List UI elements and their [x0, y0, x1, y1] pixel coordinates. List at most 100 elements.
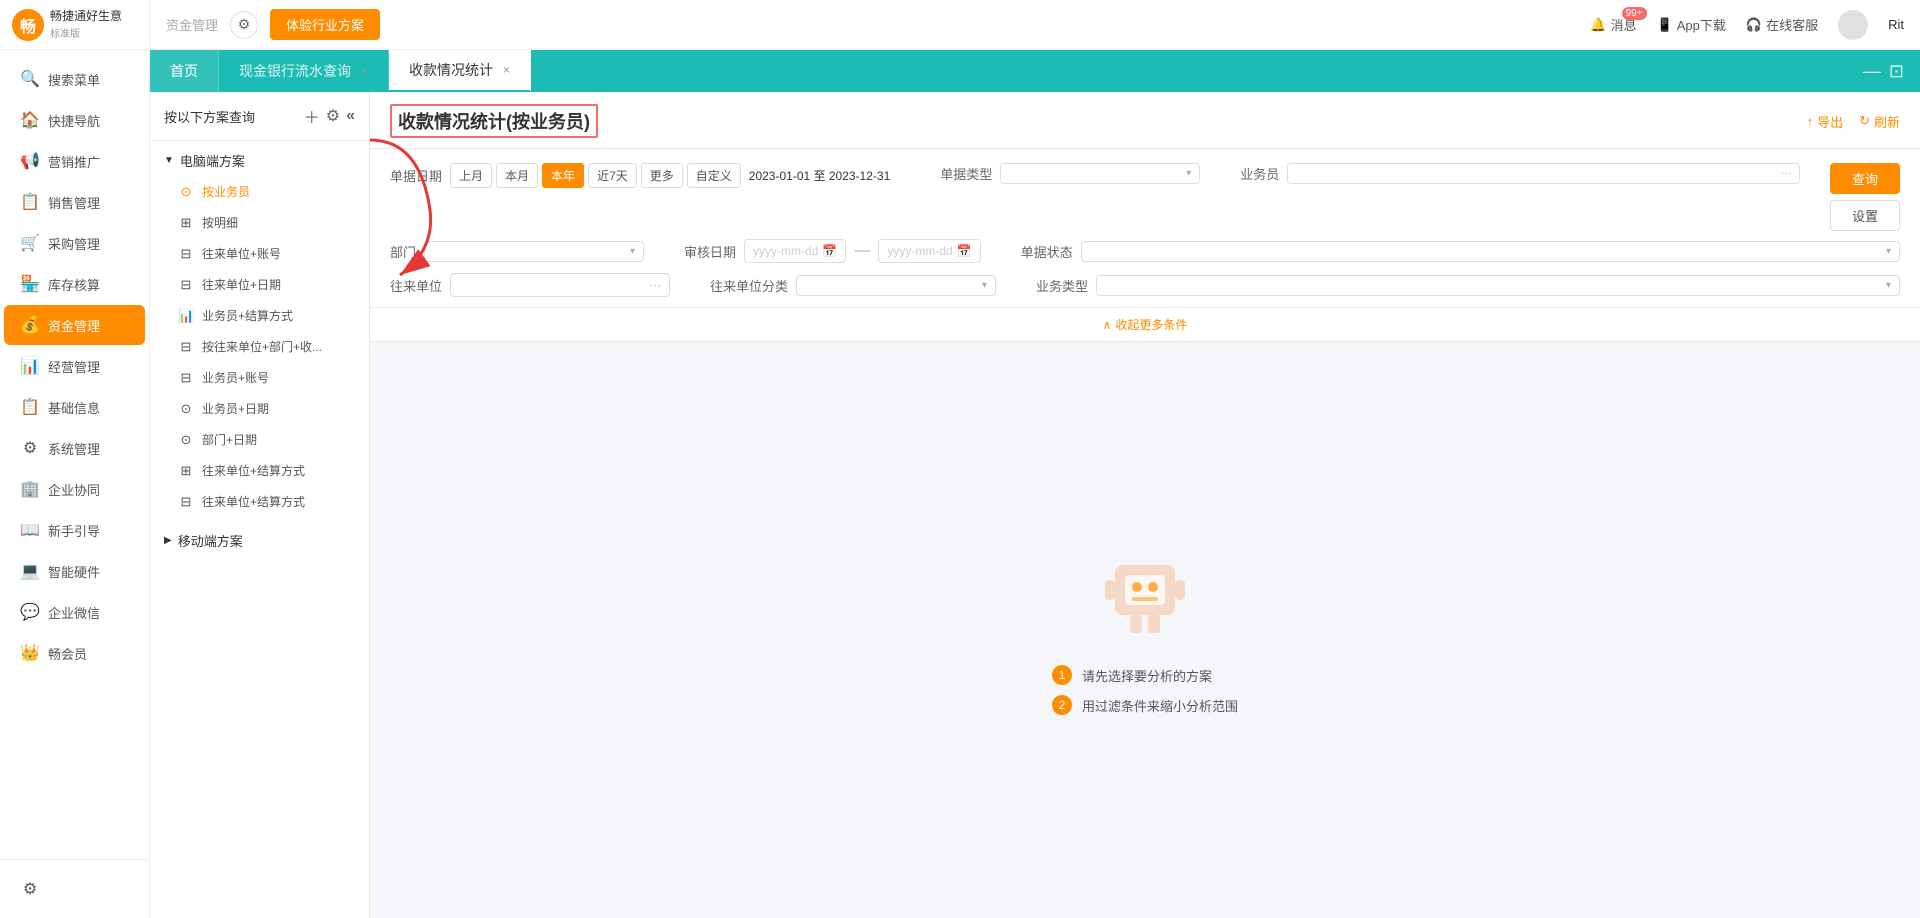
sidebar-item-label: 经营管理 [48, 357, 100, 376]
date-btn-this-year[interactable]: 本年 [542, 163, 584, 188]
settings-btn[interactable]: 设置 [1830, 200, 1900, 231]
scheme-item-partner-dept[interactable]: ⊟ 按往来单位+部门+收... [150, 331, 369, 362]
sidebar-item-search-menu[interactable]: 🔍 搜索菜单 [4, 59, 145, 99]
sidebar-settings[interactable]: ⚙ [4, 869, 145, 909]
sidebar-item-member[interactable]: 👑 畅会员 [4, 633, 145, 673]
biz-type-select[interactable]: ▾ [1096, 275, 1900, 296]
app-download-label: App下载 [1677, 15, 1726, 34]
partner-settlement1-icon: ⊞ [178, 463, 194, 479]
minimize-icon[interactable]: — [1863, 61, 1881, 82]
settings-icon: ⚙ [20, 879, 40, 899]
date-btn-last-month[interactable]: 上月 [450, 163, 492, 188]
sidebar-item-newbie[interactable]: 📖 新手引导 [4, 510, 145, 550]
sidebar-item-wechat[interactable]: 💬 企业微信 [4, 592, 145, 632]
collapse-panel-btn[interactable]: « [346, 107, 355, 125]
date-btn-last-7[interactable]: 近7天 [588, 163, 637, 188]
date-range-display: 2023-01-01 至 2023-12-31 [749, 167, 890, 184]
doc-type-select[interactable]: ▾ [1000, 163, 1200, 184]
quick-nav-icon: 🏠 [20, 110, 40, 130]
scheme-item-by-detail[interactable]: ⊞ 按明细 [150, 207, 369, 238]
left-panel: 按以下方案查询 ＋ ⚙ « ▼ 电脑端方案 ⊙ 按业务员 ⊞ [150, 92, 370, 918]
online-service-btn[interactable]: 🎧 在线客服 [1746, 15, 1818, 34]
dept-select[interactable]: ▾ [424, 241, 644, 262]
tab-home[interactable]: 首页 [150, 50, 219, 92]
sidebar-item-basic-info[interactable]: 📋 基础信息 [4, 387, 145, 427]
gear-icon: ⚙ [238, 16, 251, 33]
header-right: 🔔 消息 99+ 📱 App下载 🎧 在线客服 Rit [1590, 10, 1904, 40]
scheme-item-salesperson-settlement[interactable]: 📊 业务员+结算方式 [150, 300, 369, 331]
salesperson-date-icon: ⊙ [178, 401, 194, 417]
date-btn-custom[interactable]: 自定义 [687, 163, 741, 188]
mobile-group-title[interactable]: ▶ 移动端方案 [150, 525, 369, 556]
sidebar-item-smart-hardware[interactable]: 💻 智能硬件 [4, 551, 145, 591]
desktop-arrow-icon: ▼ [164, 155, 174, 166]
sidebar-item-quick-nav[interactable]: 🏠 快捷导航 [4, 100, 145, 140]
sidebar-item-business[interactable]: 📊 经营管理 [4, 346, 145, 386]
sidebar-item-sales[interactable]: 📋 销售管理 [4, 182, 145, 222]
date-btn-more[interactable]: 更多 [641, 163, 683, 188]
scheme-settings-btn[interactable]: ⚙ [326, 106, 340, 126]
right-content: 收款情况统计(按业务员) ↑ 导出 ↻ 刷新 [370, 92, 1920, 918]
sidebar-item-finance[interactable]: 💰 资金管理 [4, 305, 145, 345]
scheme-item-partner-settlement1[interactable]: ⊞ 往来单位+结算方式 [150, 455, 369, 486]
scheme-item-dept-date[interactable]: ⊙ 部门+日期 [150, 424, 369, 455]
sidebar-item-warehouse[interactable]: 🏪 库存核算 [4, 264, 145, 304]
wechat-icon: 💬 [20, 602, 40, 622]
tab-collection-stats-close[interactable]: × [503, 63, 510, 77]
maximize-icon[interactable]: ⊡ [1889, 61, 1904, 82]
left-panel-title: 按以下方案查询 [164, 107, 255, 126]
user-avatar[interactable] [1838, 10, 1868, 40]
step-1-num: 1 [1052, 665, 1072, 685]
page-title-row: 收款情况统计(按业务员) ↑ 导出 ↻ 刷新 [390, 104, 1900, 138]
partner-category-select[interactable]: ▾ [796, 275, 996, 296]
notification-btn[interactable]: 🔔 消息 99+ [1590, 15, 1636, 34]
query-btn[interactable]: 查询 [1830, 163, 1900, 194]
sidebar-item-label: 智能硬件 [48, 562, 100, 581]
audit-date-from-input[interactable]: yyyy-mm-dd 📅 [744, 239, 846, 263]
tab-home-label: 首页 [170, 61, 198, 81]
salesperson-select[interactable]: ··· [1287, 163, 1800, 184]
sidebar-item-system[interactable]: ⚙ 系统管理 [4, 428, 145, 468]
scheme-item-label: 往来单位+结算方式 [202, 462, 305, 479]
tab-bank-flow-close[interactable]: × [361, 64, 368, 78]
add-scheme-btn[interactable]: ＋ [304, 104, 320, 128]
scheme-item-salesperson-date[interactable]: ⊙ 业务员+日期 [150, 393, 369, 424]
sales-icon: 📋 [20, 192, 40, 212]
audit-date-to-input[interactable]: yyyy-mm-dd 📅 [878, 239, 980, 263]
app-download-btn[interactable]: 📱 App下载 [1657, 15, 1726, 34]
tab-collection-stats[interactable]: 收款情况统计 × [389, 50, 531, 92]
scheme-item-by-salesperson[interactable]: ⊙ 按业务员 [150, 176, 369, 207]
warehouse-icon: 🏪 [20, 274, 40, 294]
scheme-item-partner-settlement2[interactable]: ⊟ 往来单位+结算方式 [150, 486, 369, 517]
sidebar-item-marketing[interactable]: 📢 营销推广 [4, 141, 145, 181]
date-btn-this-month[interactable]: 本月 [496, 163, 538, 188]
online-service-label: 在线客服 [1766, 15, 1818, 34]
refresh-btn[interactable]: ↻ 刷新 [1859, 112, 1900, 131]
sidebar-item-enterprise[interactable]: 🏢 企业协同 [4, 469, 145, 509]
collapse-bar[interactable]: ∧ 收起更多条件 [370, 307, 1920, 341]
export-btn[interactable]: ↑ 导出 [1807, 112, 1844, 131]
doc-type-arrow-icon: ▾ [1186, 168, 1191, 179]
header-gear-btn[interactable]: ⚙ [230, 11, 258, 39]
scheme-item-label: 按往来单位+部门+收... [202, 338, 322, 355]
partner-more-icon[interactable]: ··· [649, 278, 661, 292]
scheme-item-label: 按明细 [202, 214, 238, 231]
scheme-item-salesperson-account[interactable]: ⊟ 业务员+账号 [150, 362, 369, 393]
sidebar-item-label: 畅会员 [48, 644, 87, 663]
doc-status-select[interactable]: ▾ [1081, 241, 1900, 262]
sidebar-item-label: 采购管理 [48, 234, 100, 253]
sidebar-footer: ⚙ [0, 859, 149, 918]
scheme-item-partner-date[interactable]: ⊟ 往来单位+日期 [150, 269, 369, 300]
scheme-item-label: 业务员+账号 [202, 369, 269, 386]
left-panel-header-actions: ＋ ⚙ « [304, 104, 355, 128]
sidebar-item-label: 搜索菜单 [48, 70, 100, 89]
scheme-item-partner-account[interactable]: ⊟ 往来单位+账号 [150, 238, 369, 269]
sidebar-item-purchase[interactable]: 🛒 采购管理 [4, 223, 145, 263]
trial-industry-btn[interactable]: 体验行业方案 [270, 9, 380, 40]
empty-illustration [1085, 545, 1205, 645]
tab-bank-flow[interactable]: 现金银行流水查询 × [219, 50, 389, 92]
desktop-group-title[interactable]: ▼ 电脑端方案 [150, 145, 369, 176]
page-title-actions: ↑ 导出 ↻ 刷新 [1807, 112, 1900, 131]
date-label: 单据日期 [390, 166, 442, 185]
partner-input[interactable]: ··· [450, 273, 670, 297]
